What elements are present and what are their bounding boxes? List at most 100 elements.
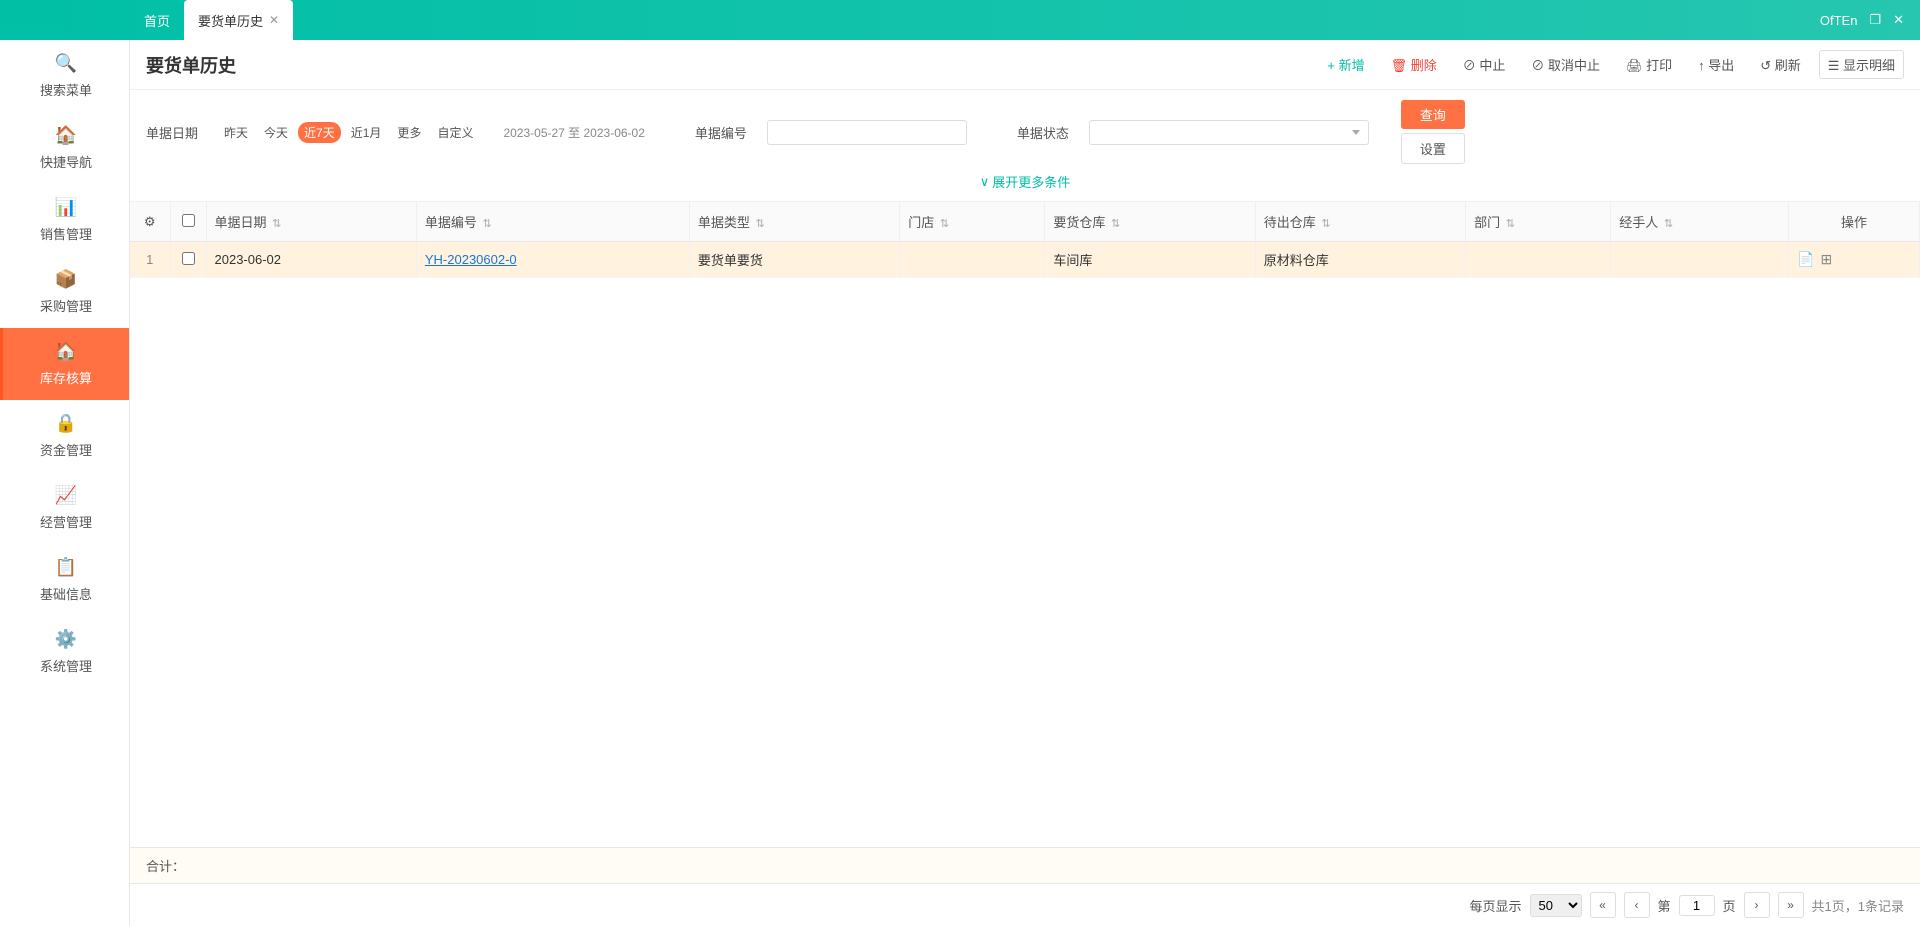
status-select[interactable] [1089, 120, 1369, 145]
date-filter-label: 单据日期 [146, 123, 198, 142]
sort-dept-icon: ⇅ [1506, 218, 1515, 230]
expand-more-label: 展开更多条件 [992, 172, 1070, 191]
settings-button[interactable]: 设置 [1401, 133, 1465, 164]
sidebar-item-basic[interactable]: 📋 基础信息 [0, 544, 129, 616]
sort-number-icon: ⇅ [483, 218, 492, 230]
sidebar-item-purchase[interactable]: 📦 采购管理 [0, 256, 129, 328]
row-detail-icon[interactable]: ⊞ [1820, 251, 1832, 268]
row-type: 要货单要货 [689, 242, 899, 278]
first-page-button[interactable]: « [1590, 892, 1616, 918]
col-number[interactable]: 单据编号 ⇅ [416, 202, 689, 242]
tab-home[interactable]: 首页 [130, 0, 184, 40]
search-icon: 🔍 [55, 53, 77, 74]
sidebar-item-quicknav-label: 快捷导航 [40, 152, 92, 171]
col-department[interactable]: 部门 ⇅ [1466, 202, 1611, 242]
sort-type-icon: ⇅ [755, 218, 764, 230]
select-all-checkbox[interactable] [182, 214, 195, 227]
expand-chevron-icon: ∨ [980, 174, 990, 190]
sidebar-item-system[interactable]: ⚙️ 系统管理 [0, 616, 129, 688]
page-unit: 页 [1723, 896, 1736, 915]
date-range-display: 2023-05-27 至 2023-06-02 [503, 124, 644, 141]
close-window-icon[interactable]: ✕ [1893, 12, 1904, 28]
sidebar-item-operation-label: 经营管理 [40, 512, 92, 531]
home-icon: 🏠 [55, 125, 77, 146]
table-area: ⚙ 单据日期 ⇅ 单据编号 ⇅ [130, 202, 1920, 847]
sidebar-item-search[interactable]: 🔍 搜索菜单 [0, 40, 129, 112]
col-action: 操作 [1789, 202, 1920, 242]
refresh-button[interactable]: ↺ 刷新 [1752, 51, 1809, 78]
new-button[interactable]: + 新增 [1319, 51, 1372, 78]
row-checkbox[interactable] [182, 252, 195, 265]
last-page-button[interactable]: » [1778, 892, 1804, 918]
col-req-warehouse[interactable]: 要货仓库 ⇅ [1045, 202, 1255, 242]
sort-handler-icon: ⇅ [1664, 218, 1673, 230]
top-bar: 首页 要货单历史 ✕ OfTEn ❐ ✕ [0, 0, 1920, 40]
row-number[interactable]: YH-20230602-0 [416, 242, 689, 278]
cancel-stop-button[interactable]: ⊘ 取消中止 [1523, 51, 1608, 78]
print-button[interactable]: 🖨 打印 [1618, 51, 1680, 78]
table-row: 1 2023-06-02 YH-20230602-0 要货单要货 车间库 原材料… [130, 242, 1920, 278]
tab-active[interactable]: 要货单历史 ✕ [184, 0, 293, 40]
col-date[interactable]: 单据日期 ⇅ [206, 202, 416, 242]
sidebar-item-inventory[interactable]: 🏠 库存核算 [0, 328, 129, 400]
page-number-input[interactable] [1679, 895, 1715, 916]
restore-icon[interactable]: ❐ [1869, 12, 1881, 28]
date-shortcuts: 昨天 今天 近7天 近1月 更多 自定义 [218, 122, 479, 143]
row-out-warehouse: 原材料仓库 [1255, 242, 1465, 278]
date-today[interactable]: 今天 [258, 122, 294, 143]
query-button[interactable]: 查询 [1401, 100, 1465, 129]
sidebar-item-sales[interactable]: 📊 销售管理 [0, 184, 129, 256]
row-number-link[interactable]: YH-20230602-0 [425, 252, 517, 267]
date-yesterday[interactable]: 昨天 [218, 122, 254, 143]
toolbar: + 新增 🗑 删除 ⊘ 中止 ⊘ 取消中止 🖨 打印 ↑ 导出 ↺ 刷新 ☰ 显… [1319, 50, 1904, 79]
summary-label: 合计： [146, 859, 185, 874]
date-1month[interactable]: 近1月 [345, 122, 388, 143]
col-gear[interactable]: ⚙ [130, 202, 170, 242]
sidebar-item-basic-label: 基础信息 [40, 584, 92, 603]
display-detail-button[interactable]: ☰ 显示明细 [1819, 50, 1904, 79]
col-checkbox[interactable] [170, 202, 206, 242]
prev-page-button[interactable]: ‹ [1624, 892, 1650, 918]
stop-button[interactable]: ⊘ 中止 [1455, 51, 1514, 78]
row-seq: 1 [130, 242, 170, 278]
row-checkbox-cell[interactable] [170, 242, 206, 278]
date-custom[interactable]: 自定义 [431, 122, 479, 143]
operation-icon: 📈 [55, 485, 77, 506]
sales-icon: 📊 [55, 197, 77, 218]
sort-store-icon: ⇅ [940, 218, 949, 230]
col-type[interactable]: 单据类型 ⇅ [689, 202, 899, 242]
main-layout: 🔍 搜索菜单 🏠 快捷导航 📊 销售管理 📦 采购管理 🏠 库存核算 🔒 资金管… [0, 40, 1920, 926]
row-date: 2023-06-02 [206, 242, 416, 278]
brand-label: OfTEn [1820, 13, 1858, 28]
export-button[interactable]: ↑ 导出 [1690, 51, 1742, 78]
date-more[interactable]: 更多 [391, 122, 427, 143]
tab-close-icon[interactable]: ✕ [269, 13, 279, 27]
sidebar-item-search-label: 搜索菜单 [40, 80, 92, 99]
bill-number-label: 单据编号 [695, 123, 747, 142]
col-out-warehouse[interactable]: 待出仓库 ⇅ [1255, 202, 1465, 242]
data-table: ⚙ 单据日期 ⇅ 单据编号 ⇅ [130, 202, 1920, 278]
delete-button[interactable]: 🗑 删除 [1383, 51, 1445, 78]
col-store[interactable]: 门店 ⇅ [900, 202, 1045, 242]
sidebar-item-inventory-label: 库存核算 [40, 368, 92, 387]
per-page-select[interactable]: 50 100 200 [1530, 894, 1582, 917]
sidebar-item-finance[interactable]: 🔒 资金管理 [0, 400, 129, 472]
pagination-bar: 每页显示 50 100 200 « ‹ 第 页 › » 共1页，1条记录 [130, 883, 1920, 926]
col-handler[interactable]: 经手人 ⇅ [1611, 202, 1789, 242]
row-req-warehouse: 车间库 [1045, 242, 1255, 278]
sort-out-warehouse-icon: ⇅ [1321, 218, 1330, 230]
row-edit-icon[interactable]: 📄 [1797, 251, 1814, 268]
sidebar-item-quicknav[interactable]: 🏠 快捷导航 [0, 112, 129, 184]
expand-more-btn[interactable]: ∨ 展开更多条件 [980, 172, 1071, 191]
row-handler [1611, 242, 1789, 278]
sort-date-icon: ⇅ [272, 218, 281, 230]
finance-icon: 🔒 [55, 413, 77, 434]
filter-area: 单据日期 昨天 今天 近7天 近1月 更多 自定义 2023-05-27 至 2… [130, 90, 1920, 202]
page-header: 要货单历史 + 新增 🗑 删除 ⊘ 中止 ⊘ 取消中止 🖨 打印 ↑ 导出 ↺ … [130, 40, 1920, 90]
action-icons: 📄 ⊞ [1797, 251, 1911, 268]
sidebar-item-operation[interactable]: 📈 经营管理 [0, 472, 129, 544]
bill-number-input[interactable] [767, 120, 967, 145]
date-7days[interactable]: 近7天 [298, 122, 341, 143]
filter-row-1: 单据日期 昨天 今天 近7天 近1月 更多 自定义 2023-05-27 至 2… [146, 100, 1904, 164]
next-page-button[interactable]: › [1744, 892, 1770, 918]
